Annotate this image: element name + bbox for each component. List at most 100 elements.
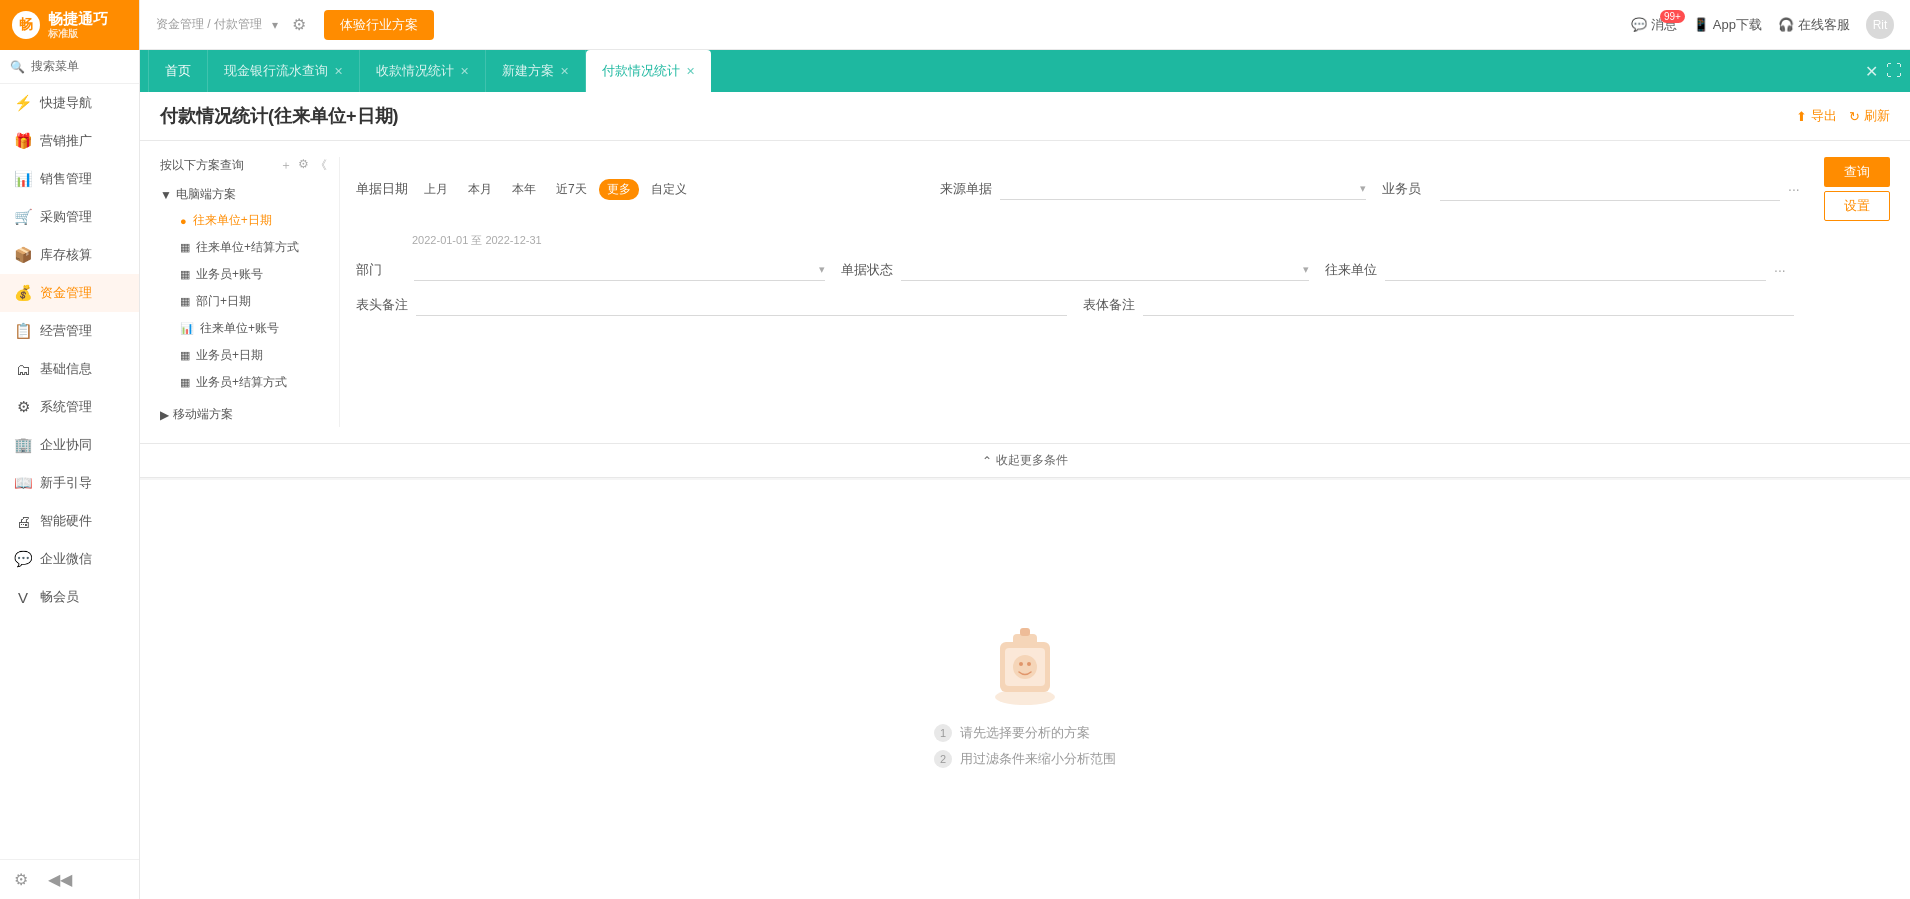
settings-scheme-icon[interactable]: ⚙	[298, 157, 309, 174]
content-area: 付款情况统计(往来单位+日期) ⬆ 导出 ↻ 刷新 按以下方案查询 ＋	[140, 92, 1910, 899]
sidebar: 畅 畅捷通巧 标准版 🔍 搜索菜单 ⚡快捷导航🎁营销推广📊销售管理🛒采购管理📦库…	[0, 0, 140, 899]
scheme-item-unit-settle[interactable]: ▦ 往来单位+结算方式	[160, 234, 327, 261]
collapse-more-bar[interactable]: ⌃ 收起更多条件	[140, 444, 1910, 478]
settings-button[interactable]: 设置	[1824, 191, 1890, 221]
sidebar-item-basic-info[interactable]: 🗂基础信息	[0, 350, 139, 388]
close-payment-stat-icon[interactable]: ✕	[686, 65, 695, 78]
tab-payment-stat[interactable]: 付款情况统计 ✕	[586, 50, 711, 92]
scheme-item-staff-date[interactable]: ▦ 业务员+日期	[160, 342, 327, 369]
hardware-icon: 🖨	[14, 512, 32, 530]
dept-select[interactable]: ▾	[414, 259, 825, 281]
voucher-status-select[interactable]: ▾	[901, 259, 1310, 281]
svg-rect-7	[1020, 628, 1030, 636]
app-download-item[interactable]: 📱 App下载	[1693, 16, 1762, 34]
body-remark-input[interactable]	[1143, 293, 1794, 316]
date-custom[interactable]: 自定义	[643, 179, 695, 200]
collapse-scheme-icon[interactable]: 《	[315, 157, 327, 174]
close-receipt-stat-icon[interactable]: ✕	[460, 65, 469, 78]
topbar-right: 💬 消息 99+ 📱 App下载 🎧 在线客服 Rit	[1631, 11, 1894, 39]
scheme-item-unit-date[interactable]: ● 往来单位+日期	[160, 207, 327, 234]
sidebar-item-marketing[interactable]: 🎁营销推广	[0, 122, 139, 160]
sidebar-item-inventory[interactable]: 📦库存核算	[0, 236, 139, 274]
close-new-scheme-icon[interactable]: ✕	[560, 65, 569, 78]
sidebar-item-finance[interactable]: 💰资金管理	[0, 274, 139, 312]
inventory-label: 库存核算	[40, 246, 92, 264]
triangle-icon: ▼	[160, 188, 172, 202]
sidebar-item-member[interactable]: V畅会员	[0, 578, 139, 616]
sidebar-logo: 畅 畅捷通巧 标准版	[0, 0, 139, 50]
date-this-month[interactable]: 本月	[460, 179, 500, 200]
scheme-header-icons: ＋ ⚙ 《	[280, 157, 327, 174]
breadcrumb-dropdown-icon[interactable]: ▾	[272, 18, 278, 32]
collapse-sidebar-icon[interactable]: ◀◀	[48, 870, 72, 889]
sidebar-item-corp[interactable]: 🏢企业协同	[0, 426, 139, 464]
header-remark-field: 表头备注	[356, 293, 1067, 316]
sidebar-item-guide[interactable]: 📖新手引导	[0, 464, 139, 502]
staff-dots[interactable]: ···	[1788, 181, 1808, 197]
trial-scheme-button[interactable]: 体验行业方案	[324, 10, 434, 40]
tab-close-all-icon[interactable]: ✕	[1865, 62, 1878, 81]
tab-receipt-stat[interactable]: 收款情况统计 ✕	[360, 50, 486, 92]
collapse-icon: ⌃	[982, 454, 992, 468]
online-service-item[interactable]: 🎧 在线客服	[1778, 16, 1850, 34]
export-icon: ⬆	[1796, 109, 1807, 124]
sidebar-item-wechat[interactable]: 💬企业微信	[0, 540, 139, 578]
user-avatar[interactable]: Rit	[1866, 11, 1894, 39]
sidebar-item-hardware[interactable]: 🖨智能硬件	[0, 502, 139, 540]
export-button[interactable]: ⬆ 导出	[1796, 107, 1837, 125]
close-cash-flow-icon[interactable]: ✕	[334, 65, 343, 78]
date-this-year[interactable]: 本年	[504, 179, 544, 200]
date-7days[interactable]: 近7天	[548, 179, 595, 200]
scheme-table-icon2: ▦	[180, 268, 190, 281]
empty-hint-1: 1 请先选择要分析的方案	[934, 724, 1116, 742]
system-icon: ⚙	[14, 398, 32, 416]
dept-field: 部门 ▾	[356, 259, 825, 281]
scheme-table-icon3: ▦	[180, 295, 190, 308]
header-remark-label: 表头备注	[356, 296, 408, 314]
sidebar-item-system[interactable]: ⚙系统管理	[0, 388, 139, 426]
mobile-scheme-header[interactable]: ▶ 移动端方案	[160, 402, 327, 427]
desktop-scheme-header[interactable]: ▼ 电脑端方案	[160, 182, 327, 207]
date-last-month[interactable]: 上月	[416, 179, 456, 200]
query-button[interactable]: 查询	[1824, 157, 1890, 187]
sidebar-item-sales[interactable]: 📊销售管理	[0, 160, 139, 198]
refresh-icon: ↻	[1849, 109, 1860, 124]
scheme-item-staff-acct[interactable]: ▦ 业务员+账号	[160, 261, 327, 288]
tab-new-scheme[interactable]: 新建方案 ✕	[486, 50, 586, 92]
date-more[interactable]: 更多	[599, 179, 639, 200]
scheme-item-unit-acct[interactable]: 📊 往来单位+账号	[160, 315, 327, 342]
date-range-row: 2022-01-01 至 2022-12-31	[356, 233, 1890, 248]
quick-nav-icon: ⚡	[14, 94, 32, 112]
operation-icon: 📋	[14, 322, 32, 340]
scheme-item-dept-date[interactable]: ▦ 部门+日期	[160, 288, 327, 315]
notification-icon: 💬	[1631, 17, 1647, 32]
wechat-label: 企业微信	[40, 550, 92, 568]
scheme-table-icon4: ▦	[180, 349, 190, 362]
notification-item[interactable]: 💬 消息 99+	[1631, 16, 1677, 34]
tab-cash-flow[interactable]: 现金银行流水查询 ✕	[208, 50, 360, 92]
tab-home[interactable]: 首页	[148, 50, 208, 92]
sidebar-item-quick-nav[interactable]: ⚡快捷导航	[0, 84, 139, 122]
partner-input[interactable]	[1385, 258, 1766, 281]
guide-label: 新手引导	[40, 474, 92, 492]
staff-input[interactable]	[1440, 178, 1780, 201]
svg-point-3	[1013, 655, 1037, 679]
header-remark-input[interactable]	[416, 293, 1067, 316]
page-title: 付款情况统计(往来单位+日期)	[160, 104, 399, 128]
partner-dots[interactable]: ···	[1774, 262, 1794, 278]
settings-bottom-icon[interactable]: ⚙	[14, 870, 28, 889]
sidebar-search[interactable]: 🔍 搜索菜单	[0, 50, 139, 84]
sidebar-item-purchase[interactable]: 🛒采购管理	[0, 198, 139, 236]
add-scheme-icon[interactable]: ＋	[280, 157, 292, 174]
source-select[interactable]: ▾	[1000, 178, 1366, 200]
body-remark-field: 表体备注	[1083, 293, 1794, 316]
scheme-table-icon: ▦	[180, 241, 190, 254]
sidebar-item-operation[interactable]: 📋经营管理	[0, 312, 139, 350]
filter-row-1: 单据日期 上月 本月 本年 近7天 更多 自定义 来源单据	[356, 157, 1890, 221]
refresh-button[interactable]: ↻ 刷新	[1849, 107, 1890, 125]
logo-text: 畅捷通巧 标准版	[48, 10, 108, 40]
scheme-item-staff-settle[interactable]: ▦ 业务员+结算方式	[160, 369, 327, 396]
tabs-bar: 首页 现金银行流水查询 ✕ 收款情况统计 ✕ 新建方案 ✕ 付款情况统计 ✕ ✕…	[140, 50, 1910, 92]
topbar-gear-icon[interactable]: ⚙	[292, 15, 306, 34]
tab-maximize-icon[interactable]: ⛶	[1886, 62, 1902, 80]
